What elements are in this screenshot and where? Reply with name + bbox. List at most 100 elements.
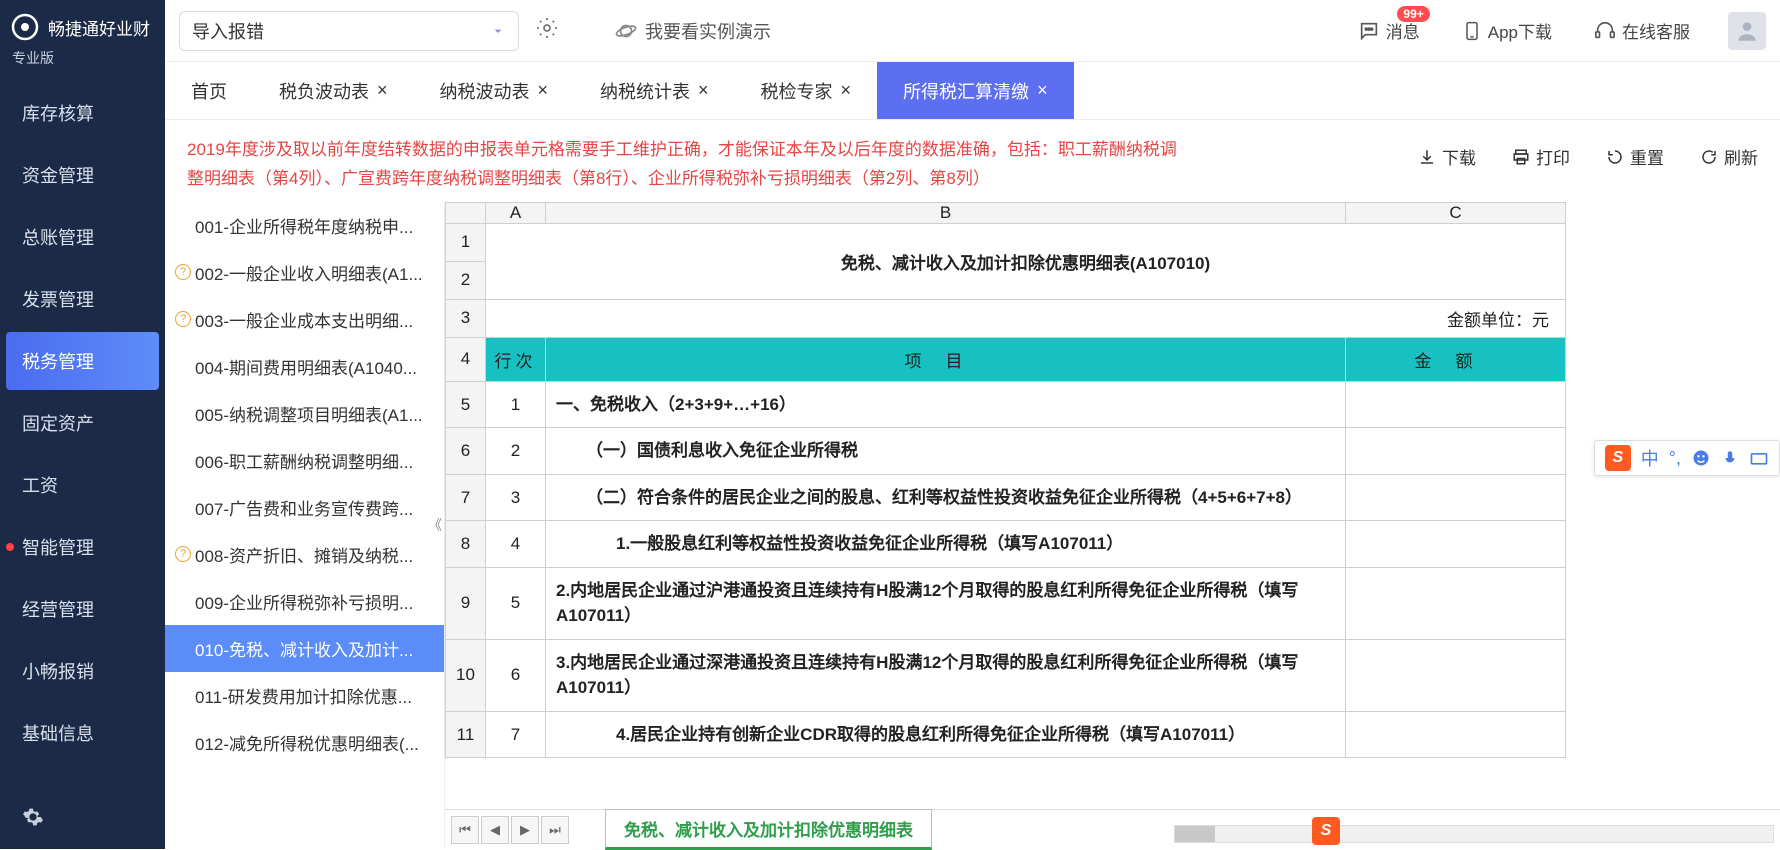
row-header[interactable]: 7: [446, 474, 486, 521]
sheet-tab[interactable]: 免税、减计收入及加计扣除优惠明细表: [605, 809, 932, 850]
tab-4[interactable]: 税检专家×: [735, 62, 878, 119]
report-item-2[interactable]: ?003-一般企业成本支出明细...: [165, 296, 444, 343]
desc-cell[interactable]: （二）符合条件的居民企业之间的股息、红利等权益性投资收益免征企业所得税（4+5+…: [546, 474, 1346, 521]
chat-icon: [1358, 20, 1380, 42]
reset-button[interactable]: 重置: [1606, 144, 1664, 169]
tab-3[interactable]: 纳税统计表×: [574, 62, 735, 119]
sidebar-item-0[interactable]: 库存核算: [0, 82, 165, 144]
desc-cell[interactable]: 2.内地居民企业通过沪港通投资且连续持有H股满12个月取得的股息红利所得免征企业…: [546, 567, 1346, 639]
sidebar-item-4[interactable]: 税务管理: [6, 332, 159, 390]
tab-1[interactable]: 税负波动表×: [253, 62, 414, 119]
tab-close-icon[interactable]: ×: [698, 80, 709, 101]
sidebar-item-2[interactable]: 总账管理: [0, 206, 165, 268]
report-item-8[interactable]: 009-企业所得税弥补亏损明...: [165, 578, 444, 625]
sidebar-item-9[interactable]: 小畅报销: [0, 640, 165, 702]
sidebar-item-5[interactable]: 固定资产: [0, 392, 165, 454]
row-header[interactable]: 4: [446, 337, 486, 381]
amount-cell[interactable]: [1346, 567, 1566, 639]
seq-cell[interactable]: 7: [486, 711, 546, 758]
seq-cell[interactable]: 3: [486, 474, 546, 521]
amount-cell[interactable]: [1346, 521, 1566, 568]
row-header[interactable]: 10: [446, 639, 486, 711]
app-download-button[interactable]: App下载: [1462, 18, 1552, 43]
report-item-3[interactable]: 004-期间费用明细表(A1040...: [165, 343, 444, 390]
report-item-4[interactable]: 005-纳税调整项目明细表(A1...: [165, 390, 444, 437]
desc-cell[interactable]: 1.一般股息红利等权益性投资收益免征企业所得税（填写A107011）: [546, 521, 1346, 568]
report-item-9[interactable]: 010-免税、减计收入及加计...: [165, 625, 444, 672]
col-header-c[interactable]: C: [1346, 202, 1566, 223]
search-settings-button[interactable]: [535, 16, 559, 45]
row-header[interactable]: 5: [446, 381, 486, 428]
messages-button[interactable]: 消息 99+: [1358, 18, 1420, 43]
brand-name: 畅捷通好业财: [48, 15, 150, 40]
amount-cell[interactable]: [1346, 428, 1566, 475]
amount-cell[interactable]: [1346, 381, 1566, 428]
row-header[interactable]: 11: [446, 711, 486, 758]
avatar[interactable]: [1728, 12, 1766, 50]
seq-cell[interactable]: 2: [486, 428, 546, 475]
row-header[interactable]: 2: [446, 261, 486, 299]
tab-close-icon[interactable]: ×: [841, 80, 852, 101]
amount-cell[interactable]: [1346, 474, 1566, 521]
collapse-handle[interactable]: 《: [426, 511, 444, 539]
desc-cell[interactable]: 一、免税收入（2+3+9+…+16）: [546, 381, 1346, 428]
row-header[interactable]: 3: [446, 299, 486, 337]
row-header[interactable]: 8: [446, 521, 486, 568]
sidebar-item-1[interactable]: 资金管理: [0, 144, 165, 206]
sidebar-item-3[interactable]: 发票管理: [0, 268, 165, 330]
report-item-10[interactable]: 011-研发费用加计扣除优惠...: [165, 672, 444, 719]
desc-cell[interactable]: 3.内地居民企业通过深港通投资且连续持有H股满12个月取得的股息红利所得免征企业…: [546, 639, 1346, 711]
seq-cell[interactable]: 4: [486, 521, 546, 568]
tab-2[interactable]: 纳税波动表×: [414, 62, 575, 119]
tab-5[interactable]: 所得税汇算清缴×: [877, 62, 1074, 119]
amount-cell[interactable]: [1346, 639, 1566, 711]
ime-punct-icon[interactable]: °,: [1669, 448, 1681, 469]
sheet-nav-next[interactable]: ▶: [511, 816, 539, 844]
sidebar-settings[interactable]: [0, 790, 165, 849]
ime-face-icon[interactable]: [1691, 448, 1711, 468]
row-header[interactable]: 9: [446, 567, 486, 639]
ime-lang[interactable]: 中: [1641, 445, 1659, 471]
amount-cell[interactable]: [1346, 711, 1566, 758]
col-header-a[interactable]: A: [486, 202, 546, 223]
report-item-6[interactable]: 007-广告费和业务宣传费跨...: [165, 484, 444, 531]
report-item-0[interactable]: 001-企业所得税年度纳税申...: [165, 202, 444, 249]
report-item-11[interactable]: 012-减免所得税优惠明细表(...: [165, 719, 444, 766]
tab-close-icon[interactable]: ×: [377, 80, 388, 101]
col-header-b[interactable]: B: [546, 202, 1346, 223]
report-item-1[interactable]: ?002-一般企业收入明细表(A1...: [165, 249, 444, 296]
sidebar-item-6[interactable]: 工资: [0, 454, 165, 516]
report-item-7[interactable]: ?008-资产折旧、摊销及纳税...: [165, 531, 444, 578]
ime-toolbar[interactable]: S 中 °,: [1594, 440, 1780, 476]
sidebar-item-10[interactable]: 基础信息: [0, 702, 165, 764]
report-item-5[interactable]: 006-职工薪酬纳税调整明细...: [165, 437, 444, 484]
refresh-button[interactable]: 刷新: [1700, 144, 1758, 169]
sidebar-item-8[interactable]: 经营管理: [0, 578, 165, 640]
tab-close-icon[interactable]: ×: [1037, 80, 1048, 101]
os-ime-icon[interactable]: S: [1312, 817, 1340, 845]
horizontal-scrollbar[interactable]: [1174, 825, 1774, 843]
seq-cell[interactable]: 6: [486, 639, 546, 711]
row-header[interactable]: 6: [446, 428, 486, 475]
sheet-nav-first[interactable]: ⏮: [451, 816, 479, 844]
demo-link[interactable]: 我要看实例演示: [615, 18, 771, 44]
download-button[interactable]: 下载: [1418, 144, 1476, 169]
search-input[interactable]: 导入报错: [179, 11, 519, 51]
tab-0[interactable]: 首页: [165, 62, 253, 119]
sheet-title: 免税、减计收入及加计扣除优惠明细表(A107010): [486, 223, 1566, 299]
sheet-nav-prev[interactable]: ◀: [481, 816, 509, 844]
sidebar-item-7[interactable]: 智能管理: [0, 516, 165, 578]
row-header[interactable]: 1: [446, 223, 486, 261]
corner-cell[interactable]: [446, 202, 486, 223]
ime-mic-icon[interactable]: [1721, 448, 1739, 468]
online-service-button[interactable]: 在线客服: [1594, 18, 1690, 43]
desc-cell[interactable]: 4.居民企业持有创新企业CDR取得的股息红利所得免征企业所得税（填写A10701…: [546, 711, 1346, 758]
seq-cell[interactable]: 5: [486, 567, 546, 639]
sheet-nav-last[interactable]: ⏭: [541, 816, 569, 844]
spreadsheet-grid[interactable]: ABC 1免税、减计收入及加计扣除优惠明细表(A107010) 2 3金额单位：…: [445, 202, 1780, 809]
seq-cell[interactable]: 1: [486, 381, 546, 428]
print-button[interactable]: 打印: [1512, 144, 1570, 169]
ime-keyboard-icon[interactable]: [1749, 448, 1769, 468]
tab-close-icon[interactable]: ×: [538, 80, 549, 101]
desc-cell[interactable]: （一）国债利息收入免征企业所得税: [546, 428, 1346, 475]
